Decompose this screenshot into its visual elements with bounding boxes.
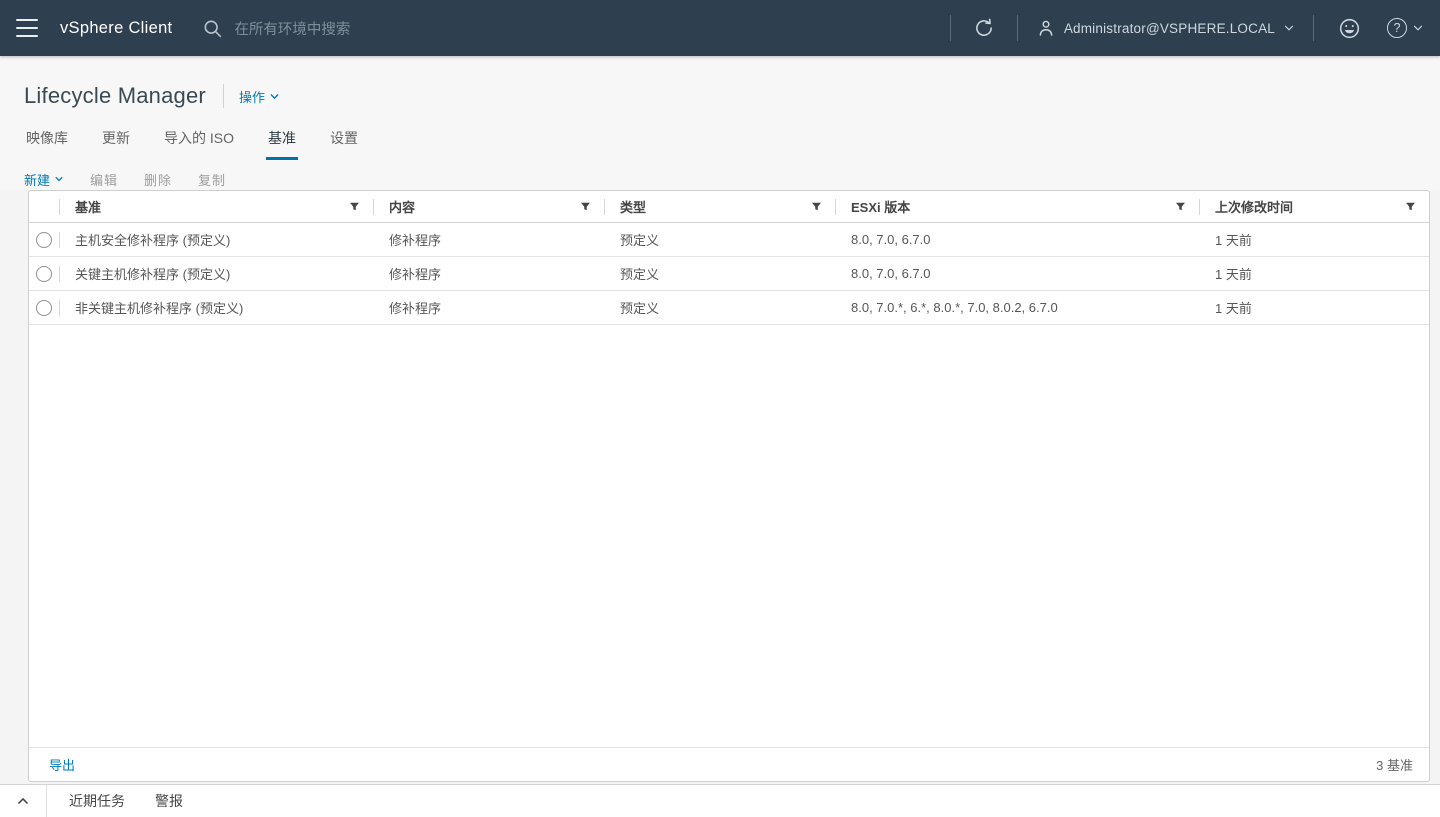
search-icon (204, 20, 222, 37)
recent-tasks-tab[interactable]: 近期任务 (69, 791, 125, 811)
table-row[interactable]: 非关键主机修补程序 (预定义) 修补程序 预定义 8.0, 7.0.*, 6.*… (29, 291, 1429, 325)
cell-baseline: 主机安全修补程序 (预定义) (59, 223, 373, 256)
table-row[interactable]: 关键主机修补程序 (预定义) 修补程序 预定义 8.0, 7.0, 6.7.0 … (29, 257, 1429, 291)
navbar-right: Administrator@VSPHERE.LOCAL ? (949, 0, 1440, 56)
expand-panel-button[interactable] (0, 794, 46, 808)
column-label: 上次修改时间 (1215, 200, 1294, 215)
table-row[interactable]: 主机安全修补程序 (预定义) 修补程序 预定义 8.0, 7.0, 6.7.0 … (29, 223, 1429, 257)
column-label: 基准 (75, 200, 102, 215)
filter-icon[interactable] (349, 201, 360, 212)
cell-baseline: 非关键主机修补程序 (预定义) (59, 291, 373, 324)
column-header-esxi-version: ESXi 版本 (835, 191, 1199, 222)
column-header-last-modified: 上次修改时间 (1199, 191, 1429, 222)
refresh-icon (975, 18, 992, 36)
filter-icon[interactable] (1405, 201, 1416, 212)
edit-button[interactable]: 编辑 (90, 170, 118, 189)
divider (46, 784, 47, 817)
tab-bar: 映像库 更新 导入的 ISO 基准 设置 (24, 124, 1416, 160)
alarms-tab[interactable]: 警报 (155, 791, 183, 811)
filter-icon[interactable] (580, 201, 591, 212)
chevron-down-icon (1284, 25, 1294, 31)
feedback-button[interactable] (1338, 17, 1361, 40)
chevron-down-icon (270, 93, 279, 99)
tab-image-depot[interactable]: 映像库 (24, 128, 70, 160)
column-label: 类型 (620, 200, 647, 215)
divider (222, 84, 224, 108)
cell-type: 预定义 (620, 267, 660, 282)
cell-type: 预定义 (620, 233, 660, 248)
table-header-row: 基准 内容 类型 ESXi 版本 上次修改时间 (29, 191, 1429, 223)
tab-imported-isos[interactable]: 导入的 ISO (162, 128, 236, 160)
cell-last-modified: 1 天前 (1215, 233, 1252, 248)
table-footer: 导出 3 基准 (29, 747, 1429, 781)
help-menu[interactable]: ? (1387, 18, 1424, 38)
new-label: 新建 (24, 172, 51, 188)
search-placeholder: 在所有环境中搜索 (234, 21, 351, 38)
delete-button[interactable]: 删除 (144, 170, 172, 189)
user-name: Administrator@VSPHERE.LOCAL (1063, 20, 1275, 36)
hamburger-menu-icon[interactable] (16, 19, 40, 37)
column-label: 内容 (389, 200, 416, 215)
baselines-table: 基准 内容 类型 ESXi 版本 上次修改时间 主机安全修补程序 (预定义) 修… (28, 190, 1430, 782)
chevron-up-icon (18, 797, 28, 804)
cell-last-modified: 1 天前 (1215, 301, 1252, 316)
cell-content: 修补程序 (389, 267, 442, 282)
divider (1313, 15, 1314, 41)
row-radio[interactable] (36, 265, 52, 282)
bottom-panel-bar: 近期任务 警报 (0, 784, 1440, 817)
table-empty-space (29, 325, 1429, 747)
column-header-type: 类型 (604, 191, 835, 222)
new-baseline-button[interactable]: 新建 (24, 170, 64, 189)
cell-esxi-version: 8.0, 7.0, 6.7.0 (851, 266, 931, 281)
top-navbar: vSphere Client 在所有环境中搜索 Administrator@VS… (0, 0, 1440, 56)
cell-baseline: 关键主机修补程序 (预定义) (59, 257, 373, 290)
duplicate-button[interactable]: 复制 (198, 170, 226, 189)
tab-updates[interactable]: 更新 (100, 128, 132, 160)
help-icon: ? (1387, 18, 1407, 38)
chevron-down-icon (55, 176, 63, 182)
export-link[interactable]: 导出 (49, 755, 75, 774)
page-header: Lifecycle Manager 操作 映像库 更新 导入的 ISO 基准 设… (0, 56, 1440, 190)
filter-icon[interactable] (1175, 201, 1186, 212)
cell-esxi-version: 8.0, 7.0, 6.7.0 (851, 232, 931, 247)
column-label: ESXi 版本 (851, 200, 911, 215)
user-icon (1039, 20, 1053, 36)
tab-settings[interactable]: 设置 (328, 128, 360, 160)
cell-content: 修补程序 (389, 301, 442, 316)
row-radio[interactable] (36, 231, 52, 248)
search-input[interactable]: 在所有环境中搜索 (202, 18, 622, 39)
cell-esxi-version: 8.0, 7.0.*, 6.*, 8.0.*, 7.0, 8.0.2, 6.7.… (851, 300, 1058, 315)
row-radio[interactable] (36, 299, 52, 316)
page-title: Lifecycle Manager (24, 83, 206, 108)
cell-type: 预定义 (620, 301, 660, 316)
tab-baselines[interactable]: 基准 (266, 128, 299, 160)
row-count: 3 基准 (1376, 758, 1413, 773)
chevron-down-icon (1413, 25, 1423, 31)
radio-column-header (29, 191, 59, 222)
cell-content: 修补程序 (389, 233, 442, 248)
actions-menu[interactable]: 操作 (239, 87, 280, 106)
user-menu[interactable]: Administrator@VSPHERE.LOCAL (1018, 18, 1313, 38)
divider (949, 15, 951, 41)
filter-icon[interactable] (811, 201, 822, 212)
app-title: vSphere Client (60, 18, 173, 37)
actions-label: 操作 (238, 89, 265, 105)
cell-last-modified: 1 天前 (1215, 267, 1252, 282)
column-header-baseline: 基准 (59, 191, 373, 222)
refresh-button[interactable] (973, 17, 995, 39)
column-header-content: 内容 (373, 191, 604, 222)
smiley-icon (1339, 18, 1360, 38)
table-toolbar: 新建 编辑 删除 复制 (24, 167, 1416, 191)
